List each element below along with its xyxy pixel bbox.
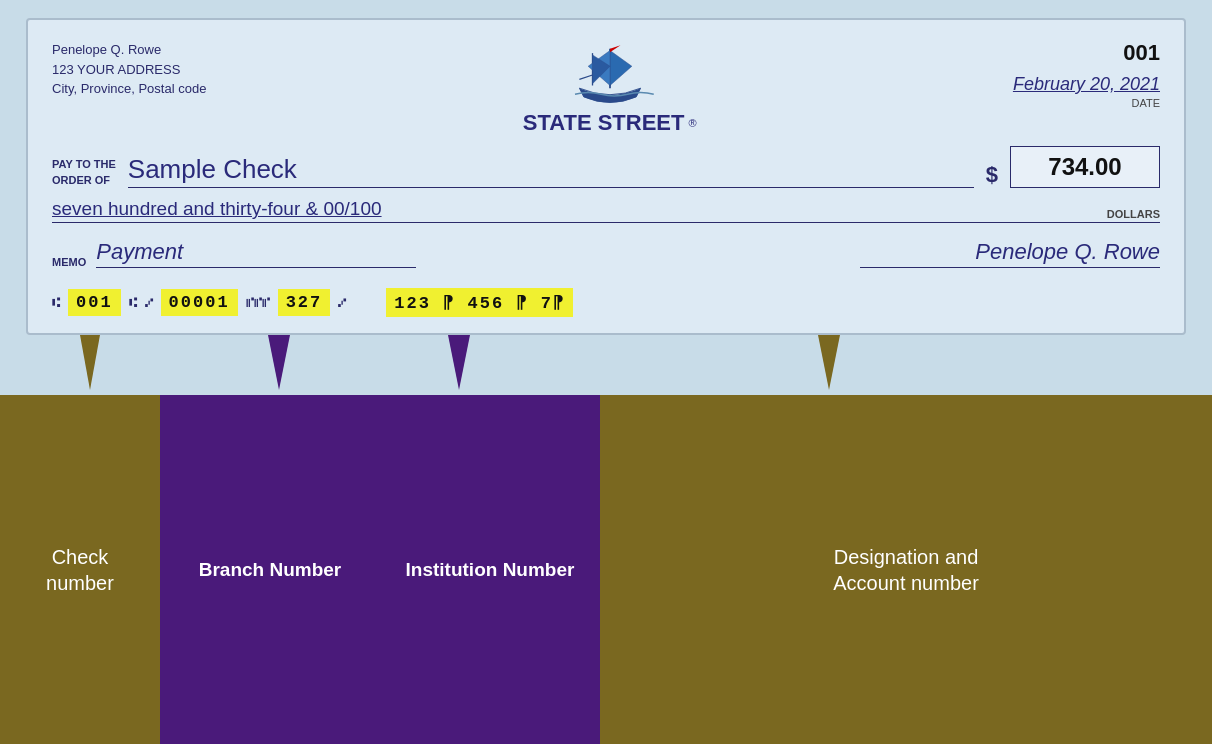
svg-marker-5	[448, 335, 470, 390]
micr-symbol-2: ⑆	[129, 295, 137, 311]
designation-label-section: Designation and Account number	[600, 395, 1212, 744]
payee-name: Sample Check	[128, 154, 297, 184]
memo-field: Payment	[96, 239, 416, 268]
micr-line: ⑆ 001 ⑆ ⑇ 00001 ⑈⑈⑈ 327 ⑇ 123 ⁋ 456 ⁋ 7⁋	[52, 288, 1160, 317]
pay-to-row: PAY TO THEORDER OF Sample Check $ 734.00	[52, 146, 1160, 188]
memo-label: MEMO	[52, 256, 86, 268]
memo-row: MEMO Payment Penelope Q. Rowe	[52, 239, 1160, 268]
written-amount: seven hundred and thirty-four & 00/100	[52, 198, 382, 220]
institution-number-label-section: Institution Number	[380, 395, 600, 744]
signature: Penelope Q. Rowe	[975, 239, 1160, 264]
check-number: 001	[1013, 40, 1160, 66]
check-date-area: February 20, 2021 DATE	[1013, 74, 1160, 109]
bottom-labels: Check number Branch Number Institution N…	[0, 395, 1212, 744]
dollar-sign: $	[986, 162, 998, 188]
branch-number-label-section: Branch Number	[160, 395, 380, 744]
micr-symbol-5: ⑇	[338, 295, 346, 311]
amount-value: 734.00	[1048, 153, 1121, 180]
bank-logo: STATE STREET ®	[523, 40, 697, 136]
amount-box: 734.00	[1010, 146, 1160, 188]
institution-number-label: Institution Number	[406, 559, 575, 581]
address-line1: 123 YOUR ADDRESS	[52, 60, 206, 80]
check-address: Penelope Q. Rowe 123 YOUR ADDRESS City, …	[52, 40, 206, 99]
memo-value: Payment	[96, 239, 183, 264]
svg-marker-6	[818, 335, 840, 390]
address-name: Penelope Q. Rowe	[52, 40, 206, 60]
micr-symbol-3: ⑇	[145, 295, 153, 311]
memo-left: MEMO Payment	[52, 239, 416, 268]
address-line2: City, Province, Postal code	[52, 79, 206, 99]
pay-to-label: PAY TO THEORDER OF	[52, 157, 116, 188]
micr-institution: 327	[278, 289, 331, 316]
micr-symbol-4: ⑈⑈⑈	[246, 295, 270, 311]
check: Penelope Q. Rowe 123 YOUR ADDRESS City, …	[26, 18, 1186, 335]
micr-branch: 00001	[161, 289, 238, 316]
check-number-label-section: Check number	[0, 395, 160, 744]
bank-name: STATE STREET ®	[523, 110, 697, 136]
check-wrapper: Penelope Q. Rowe 123 YOUR ADDRESS City, …	[0, 0, 1212, 335]
arrows-svg	[0, 335, 1212, 395]
check-number-label: Check number	[46, 544, 114, 596]
svg-marker-4	[268, 335, 290, 390]
designation-label: Designation and Account number	[833, 544, 979, 596]
svg-line-2	[579, 75, 592, 79]
branch-number-label: Branch Number	[199, 559, 342, 581]
dollars-label: DOLLARS	[1107, 208, 1160, 220]
ship-icon	[565, 40, 655, 110]
arrow-area	[0, 335, 1212, 395]
check-number-date: 001 February 20, 2021 DATE	[1013, 40, 1160, 109]
micr-check-num: 001	[68, 289, 121, 316]
micr-symbol-1: ⑆	[52, 295, 60, 311]
date-label: DATE	[1013, 97, 1160, 109]
micr-account: 123 ⁋ 456 ⁋ 7⁋	[386, 288, 573, 317]
signature-area: Penelope Q. Rowe	[860, 239, 1160, 268]
written-amount-row: seven hundred and thirty-four & 00/100 D…	[52, 198, 1160, 223]
svg-marker-3	[80, 335, 100, 390]
check-date: February 20, 2021	[1013, 74, 1160, 94]
payee-line: Sample Check	[128, 154, 974, 188]
check-header: Penelope Q. Rowe 123 YOUR ADDRESS City, …	[52, 40, 1160, 136]
